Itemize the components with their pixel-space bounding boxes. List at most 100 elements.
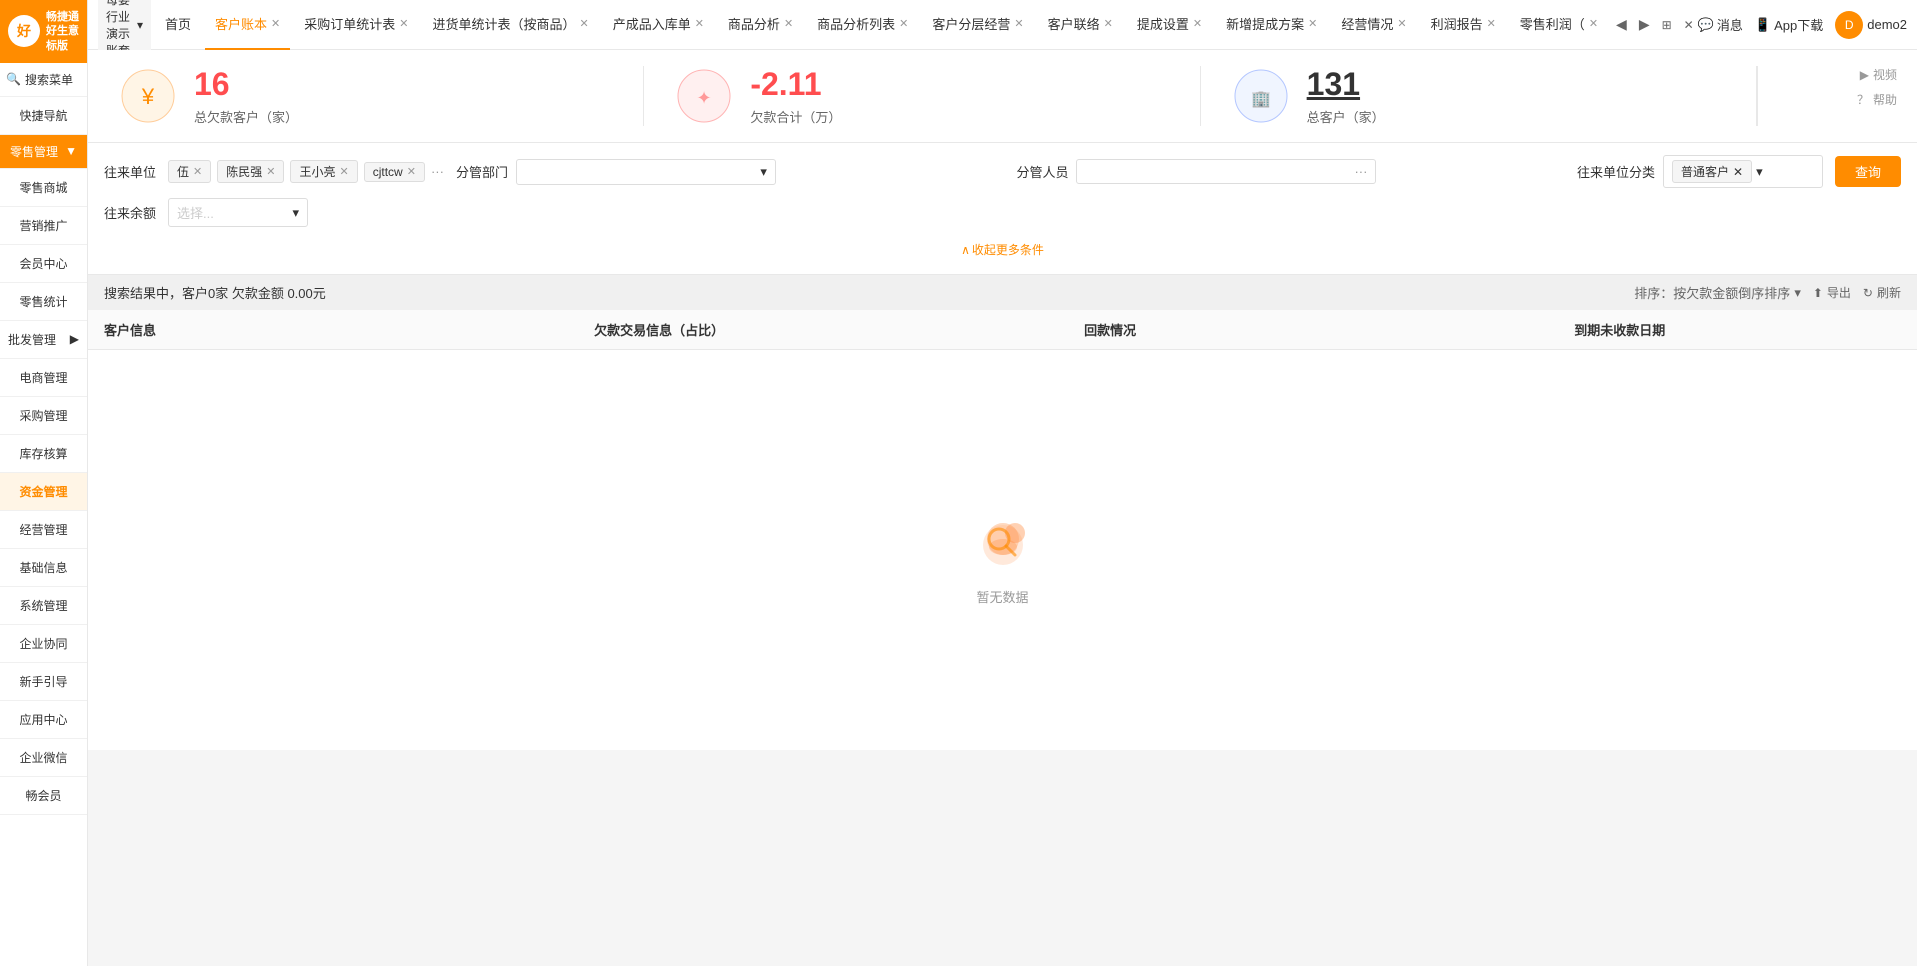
tab-stock-stat[interactable]: 进货单统计表（按商品） ✕ xyxy=(422,0,598,50)
tab-home[interactable]: 首页 xyxy=(155,0,201,50)
tab-close-customer-segment[interactable]: ✕ xyxy=(1014,17,1023,30)
avatar-icon: D xyxy=(1835,11,1863,39)
tab-biz-situation[interactable]: 经营情况 ✕ xyxy=(1331,0,1416,50)
sidebar-item-app-center[interactable]: 应用中心 xyxy=(0,701,87,739)
filter-tag-cjttcw[interactable]: cjttcw ✕ xyxy=(364,162,425,182)
tab-reminder-settings[interactable]: 提成设置 ✕ xyxy=(1127,0,1212,50)
sidebar-item-retail-mgmt[interactable]: 零售管理 ▼ xyxy=(0,135,87,169)
tab-new-achievement[interactable]: 新增提成方案 ✕ xyxy=(1216,0,1327,50)
remove-tag-wang[interactable]: ✕ xyxy=(340,165,349,178)
classify-select[interactable]: 普通客户 ✕ ▾ xyxy=(1663,155,1823,188)
tab-profit-report[interactable]: 利润报告 ✕ xyxy=(1421,0,1506,50)
filter-tag-chen[interactable]: 陈民强 ✕ xyxy=(217,160,284,183)
app-download-btn[interactable]: 📱 App下载 xyxy=(1755,15,1823,34)
classify-tag[interactable]: 普通客户 ✕ xyxy=(1672,160,1752,183)
sidebar-logo: 好 畅捷通好生意 标版 xyxy=(0,0,87,63)
tab-production-stock[interactable]: 产成品入库单 ✕ xyxy=(603,0,714,50)
stat-info-clients: 131 总客户（家） xyxy=(1307,66,1385,126)
tab-close-profit-report[interactable]: ✕ xyxy=(1487,17,1496,30)
logo-text: 畅捷通好生意 标版 xyxy=(46,10,79,53)
tab-scroll-left[interactable]: ◀ xyxy=(1612,16,1631,33)
tab-purchase-order-stat[interactable]: 采购订单统计表 ✕ xyxy=(294,0,418,50)
tab-close-product-analysis-list[interactable]: ✕ xyxy=(899,17,908,30)
col-repayment: 回款情况 xyxy=(1084,320,1574,339)
stat-value-customers: 16 xyxy=(194,66,298,103)
video-help[interactable]: ▶ 视频 xyxy=(1860,66,1897,83)
tab-close-production-stock[interactable]: ✕ xyxy=(695,17,704,30)
user-avatar[interactable]: D demo2 xyxy=(1835,11,1907,39)
sidebar-item-sys-mgmt[interactable]: 系统管理 xyxy=(0,587,87,625)
tab-close-purchase-order-stat[interactable]: ✕ xyxy=(399,17,408,30)
chevron-up-icon: ∧ xyxy=(961,243,970,257)
sidebar-item-capital-mgmt[interactable]: 资金管理 xyxy=(0,473,87,511)
col-customer-info: 客户信息 xyxy=(104,320,594,339)
remove-classify-tag[interactable]: ✕ xyxy=(1733,165,1743,179)
sidebar-item-purchase-mgmt[interactable]: 采购管理 xyxy=(0,397,87,435)
sidebar-item-inventory[interactable]: 库存核算 xyxy=(0,435,87,473)
text-help[interactable]: ？ 帮助 xyxy=(1857,91,1897,108)
stat-info-receivables: -2.11 欠款合计（万） xyxy=(750,66,841,126)
search-icon: 🔍 xyxy=(6,72,21,86)
dept-select[interactable]: ▾ xyxy=(516,159,776,185)
sidebar-item-new-guide[interactable]: 新手引导 xyxy=(0,663,87,701)
filter-more-tags[interactable]: ··· xyxy=(431,164,444,179)
tab-scroll-right[interactable]: ▶ xyxy=(1635,16,1654,33)
sidebar-item-enterprise-coop[interactable]: 企业协同 xyxy=(0,625,87,663)
dept-filter-wrap: 分管部门 ▾ xyxy=(456,159,1005,185)
tab-close-retail-profit[interactable]: ✕ xyxy=(1589,17,1598,30)
remove-tag-chen[interactable]: ✕ xyxy=(266,165,275,178)
export-btn[interactable]: ⬆ 导出 xyxy=(1813,284,1851,301)
sidebar-item-retail-stat[interactable]: 零售统计 xyxy=(0,283,87,321)
chevron-down-icon: ▾ xyxy=(292,205,299,221)
tab-close-product-analysis[interactable]: ✕ xyxy=(784,17,793,30)
tab-customer-accounts[interactable]: 客户账本 ✕ xyxy=(205,0,290,50)
chevron-down-icon: ▾ xyxy=(137,18,143,32)
refresh-btn[interactable]: ↻ 刷新 xyxy=(1863,284,1901,301)
tab-close-customer-contact[interactable]: ✕ xyxy=(1104,17,1113,30)
remove-tag-cjttcw[interactable]: ✕ xyxy=(407,165,416,178)
collapse-filter-btn[interactable]: ∧ 收起更多条件 xyxy=(104,237,1901,262)
sidebar-item-quick-nav[interactable]: 快捷导航 xyxy=(0,97,87,135)
tab-close-reminder-settings[interactable]: ✕ xyxy=(1193,17,1202,30)
tab-close-customer-accounts[interactable]: ✕ xyxy=(271,17,280,30)
sidebar-item-ecom-mgmt[interactable]: 电商管理 xyxy=(0,359,87,397)
tab-customer-contact[interactable]: 客户联络 ✕ xyxy=(1038,0,1123,50)
tab-expand[interactable]: ⊞ xyxy=(1658,18,1676,32)
remove-tag-wu[interactable]: ✕ xyxy=(193,165,202,178)
stat-total-customers: ¥ 16 总欠款客户（家） xyxy=(88,66,644,126)
stat-label-receivables: 欠款合计（万） xyxy=(750,107,841,126)
tab-close-biz-situation[interactable]: ✕ xyxy=(1397,17,1406,30)
results-right: 排序：按欠款金额倒序排序 ▾ ⬆ 导出 ↻ 刷新 xyxy=(1634,283,1901,302)
col-overdue-date: 到期未收款日期 xyxy=(1574,320,1901,339)
query-button[interactable]: 查询 xyxy=(1835,156,1901,187)
tab-close-new-achievement[interactable]: ✕ xyxy=(1308,17,1317,30)
balance-filter-label: 往来余额 xyxy=(104,203,156,222)
tab-retail-profit[interactable]: 零售利润（ ✕ xyxy=(1510,0,1608,50)
sidebar-item-mkt-promo[interactable]: 营销推广 xyxy=(0,207,87,245)
no-data-icon xyxy=(963,495,1043,575)
tab-close-stock-stat[interactable]: ✕ xyxy=(579,17,588,30)
tab-customer-segment[interactable]: 客户分层经营 ✕ xyxy=(922,0,1033,50)
sidebar-item-member-center[interactable]: 会员中心 xyxy=(0,245,87,283)
tab-product-analysis[interactable]: 商品分析 ✕ xyxy=(718,0,803,50)
filter-tag-wu[interactable]: 伍 ✕ xyxy=(168,160,211,183)
sidebar-search[interactable]: 🔍 搜索菜单 xyxy=(0,63,87,97)
sidebar-item-enterprise-wechat[interactable]: 企业微信 xyxy=(0,739,87,777)
sidebar-item-ops-mgmt[interactable]: 经营管理 xyxy=(0,511,87,549)
filter-tag-wang[interactable]: 王小亮 ✕ xyxy=(290,160,357,183)
classify-filter-wrap: 往来单位分类 普通客户 ✕ ▾ xyxy=(1577,155,1823,188)
tab-close-all[interactable]: ✕ xyxy=(1680,18,1698,32)
sidebar-item-batch-mgmt[interactable]: 批发管理 ▶ xyxy=(0,321,87,359)
logo-icon: 好 xyxy=(8,15,40,47)
sort-select[interactable]: 排序：按欠款金额倒序排序 ▾ xyxy=(1634,283,1801,302)
results-bar: 搜索结果中，客户0家 欠款金额 0.00元 排序：按欠款金额倒序排序 ▾ ⬆ 导… xyxy=(88,275,1917,310)
sidebar-item-basic-info[interactable]: 基础信息 xyxy=(0,549,87,587)
svg-text:🏢: 🏢 xyxy=(1251,91,1271,108)
sidebar-item-vip-member[interactable]: 畅会员 xyxy=(0,777,87,815)
tab-product-analysis-list[interactable]: 商品分析列表 ✕ xyxy=(807,0,918,50)
message-btn[interactable]: 💬 消息 xyxy=(1698,15,1743,34)
person-input[interactable]: ··· xyxy=(1076,159,1376,184)
sidebar-item-retail-mall[interactable]: 零售商城 xyxy=(0,169,87,207)
unit-filter-label: 往来单位 xyxy=(104,162,156,181)
balance-select[interactable]: 选择... ▾ xyxy=(168,198,308,227)
